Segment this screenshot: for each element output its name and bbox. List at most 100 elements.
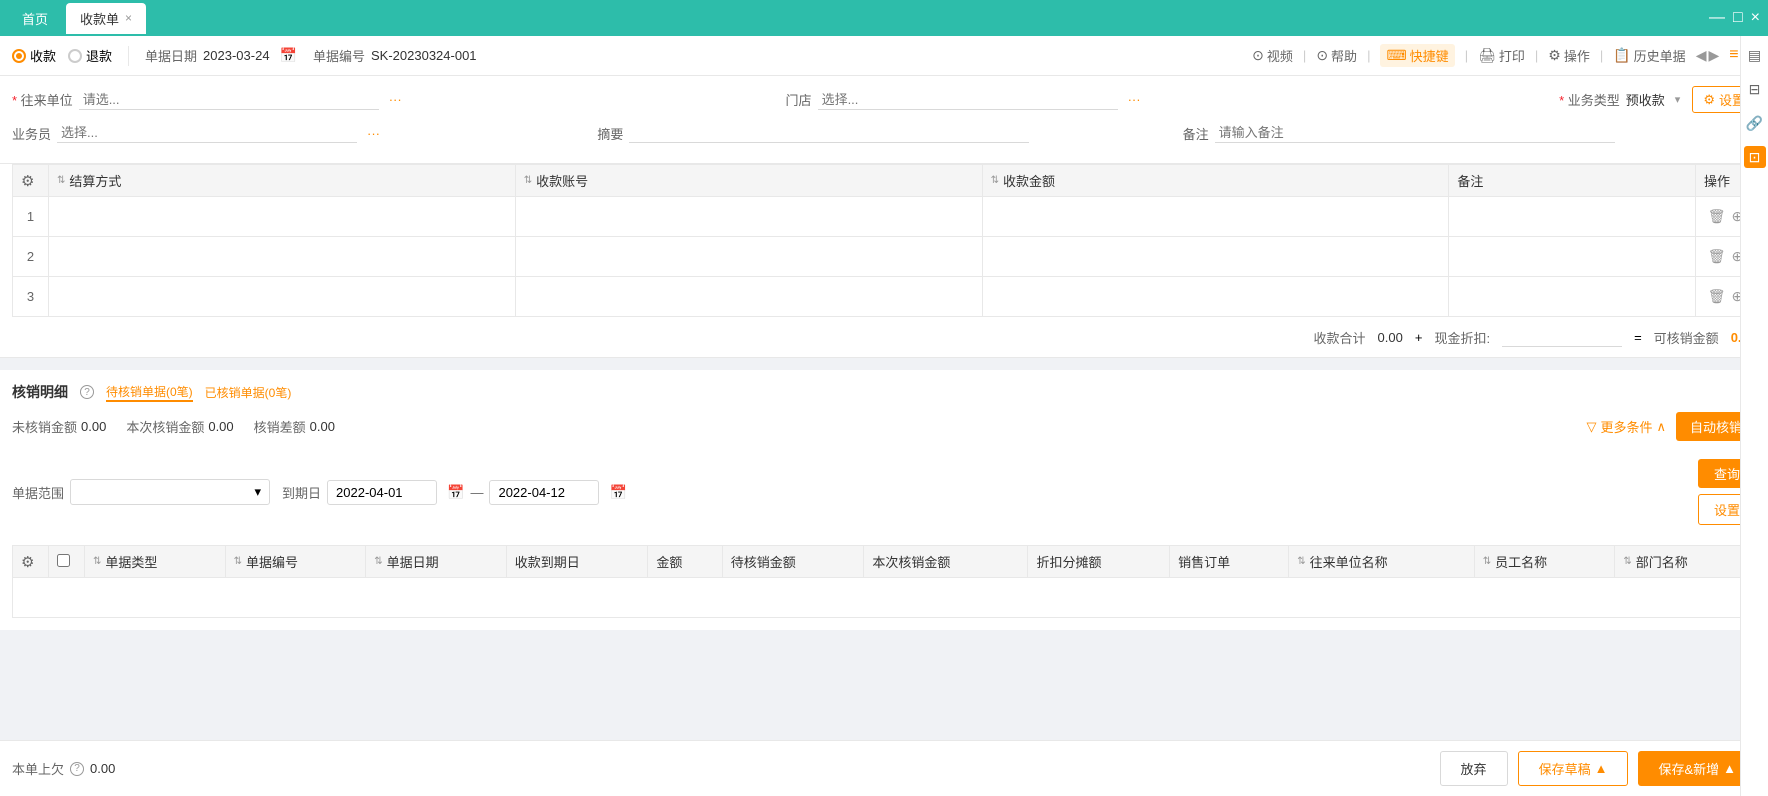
sidebar-link-icon[interactable]: 🔗: [1744, 112, 1766, 134]
more-conditions-btn[interactable]: ▽ 更多条件 ∧: [1586, 417, 1666, 436]
save-button[interactable]: 保存&新增 ▲: [1638, 751, 1756, 786]
table-row: 1 🗑 ⊕: [13, 197, 1756, 237]
date-sort-icon[interactable]: ⇅: [374, 557, 382, 567]
number-sort-icon[interactable]: ⇅: [234, 557, 242, 567]
writeoff-header: 核销明细 ? 待核销单据(0笔) 已核销单据(0笔): [12, 382, 1756, 402]
sidebar-table-icon[interactable]: ▤: [1744, 44, 1766, 66]
amount-label: 收款金额: [1003, 171, 1055, 190]
staff-sort-icon[interactable]: ⇅: [1483, 557, 1491, 567]
help-action[interactable]: ⊙ 帮助: [1316, 46, 1357, 65]
discount-label: 现金折扣:: [1434, 328, 1490, 347]
row-2-remark[interactable]: [1449, 237, 1696, 277]
date-start-calendar-icon[interactable]: 📅: [447, 484, 464, 501]
radio-refund[interactable]: 退款: [68, 46, 112, 65]
bottom-col-staff: ⇅ 员工名称: [1474, 546, 1615, 578]
bottom-table-settings-icon[interactable]: ⚙: [21, 554, 34, 571]
table-settings-icon[interactable]: ⚙: [21, 173, 34, 190]
tab-close-icon[interactable]: ×: [125, 11, 132, 25]
staff-input[interactable]: [57, 123, 357, 143]
filter-icon: ▽: [1586, 419, 1596, 435]
print-action[interactable]: 🖨 打印: [1478, 46, 1525, 65]
tab-done[interactable]: 已核销单据(0笔): [205, 384, 292, 401]
discount-input[interactable]: [1502, 327, 1622, 347]
row-3-settlement[interactable]: [49, 277, 516, 317]
row-3-amount[interactable]: [982, 277, 1449, 317]
help-icon: ⊙: [1316, 47, 1328, 64]
layout-grid-icon[interactable]: ≡: [1729, 46, 1738, 66]
bottom-col-counterpart: ⇅ 往来单位名称: [1289, 546, 1474, 578]
draft-button[interactable]: 保存草稿 ▲: [1518, 751, 1629, 786]
counterpart-more-icon[interactable]: ···: [389, 92, 402, 107]
next-arrow[interactable]: ▶: [1708, 47, 1719, 64]
operation-action[interactable]: ⚙ 操作: [1548, 46, 1590, 65]
shortcut-action[interactable]: ⌨ 快捷键: [1380, 44, 1454, 67]
date-start-input[interactable]: [327, 480, 437, 505]
unchecked-label: 未核销金额: [12, 417, 77, 436]
amount-sort-icon[interactable]: ⇅: [991, 176, 999, 186]
writeoff-info-icon[interactable]: ?: [80, 385, 94, 399]
row-1-amount[interactable]: [982, 197, 1449, 237]
settlement-sort-icon[interactable]: ⇅: [57, 176, 65, 186]
maximize-icon[interactable]: □: [1733, 9, 1743, 27]
bottom-col-current: 本次核销金额: [864, 546, 1028, 578]
sidebar-list-icon[interactable]: ⊟: [1744, 78, 1766, 100]
prev-arrow[interactable]: ◀: [1696, 47, 1707, 64]
date-header-label: 单据日期: [387, 552, 439, 571]
tab-current-label: 收款单: [80, 9, 119, 28]
tab-pending[interactable]: 待核销单据(0笔): [106, 383, 193, 402]
minimize-icon[interactable]: —: [1709, 9, 1725, 27]
range-select[interactable]: ▾: [70, 479, 270, 505]
row-3-account[interactable]: [515, 277, 982, 317]
history-action[interactable]: 📋 历史单据: [1613, 46, 1685, 65]
staff-more-icon[interactable]: ···: [367, 126, 380, 141]
plus-sign: +: [1415, 330, 1423, 345]
row-2-amount[interactable]: [982, 237, 1449, 277]
duedate-header-label: 收款到期日: [515, 555, 580, 570]
save-arrow-icon: ▲: [1723, 761, 1736, 776]
date-end-input[interactable]: [489, 480, 599, 505]
select-all-checkbox[interactable]: [57, 554, 70, 567]
sidebar-screen-icon[interactable]: ⊡: [1744, 146, 1766, 168]
row-2-settlement[interactable]: [49, 237, 516, 277]
row-1-delete-btn[interactable]: 🗑: [1708, 208, 1726, 225]
remark-input[interactable]: [1215, 123, 1615, 143]
business-type-dropdown[interactable]: ▾: [1675, 93, 1681, 106]
current-header-label: 本次核销金额: [872, 555, 950, 570]
setting-gear-icon: ⚙: [1703, 92, 1715, 108]
bottom-table-empty-row: [13, 578, 1756, 618]
summary-field: 摘要: [597, 123, 1170, 143]
row-2-account[interactable]: [515, 237, 982, 277]
row-1-settlement[interactable]: [49, 197, 516, 237]
shop-more-icon[interactable]: ···: [1128, 92, 1141, 107]
video-action[interactable]: ⊙ 视频: [1252, 46, 1293, 65]
shop-input[interactable]: [818, 90, 1118, 110]
row-3-delete-btn[interactable]: 🗑: [1708, 288, 1726, 305]
staff-label: 业务员: [12, 124, 51, 143]
account-sort-icon[interactable]: ⇅: [524, 176, 532, 186]
type-sort-icon[interactable]: ⇅: [93, 557, 101, 567]
type-header-label: 单据类型: [105, 552, 157, 571]
amount-header-label: 金额: [656, 555, 682, 570]
row-1-remark[interactable]: [1449, 197, 1696, 237]
shortcut-icon: ⌨: [1386, 47, 1406, 64]
video-label: 视频: [1267, 46, 1293, 65]
counterpart-sort-icon[interactable]: ⇅: [1297, 557, 1305, 567]
row-1-account[interactable]: [515, 197, 982, 237]
calendar-icon[interactable]: 📅: [280, 47, 297, 64]
date-end-calendar-icon[interactable]: 📅: [609, 484, 626, 501]
summary-input[interactable]: [629, 123, 1029, 143]
abandon-button[interactable]: 放弃: [1440, 751, 1508, 786]
row-3-remark[interactable]: [1449, 277, 1696, 317]
tab-bar-left: 首页 收款单 ×: [8, 3, 146, 34]
tab-home[interactable]: 首页: [8, 3, 62, 34]
tab-current[interactable]: 收款单 ×: [66, 3, 146, 34]
diff-value: 0.00: [310, 419, 335, 434]
footer-info-icon[interactable]: ?: [70, 762, 84, 776]
operation-label: 操作: [1564, 46, 1590, 65]
row-2-delete-btn[interactable]: 🗑: [1708, 248, 1726, 265]
close-icon[interactable]: ×: [1751, 9, 1760, 27]
counterpart-input[interactable]: [79, 90, 379, 110]
dept-sort-icon[interactable]: ⇅: [1623, 557, 1631, 567]
radio-receipt[interactable]: 收款: [12, 46, 56, 65]
history-label: 历史单据: [1634, 46, 1686, 65]
